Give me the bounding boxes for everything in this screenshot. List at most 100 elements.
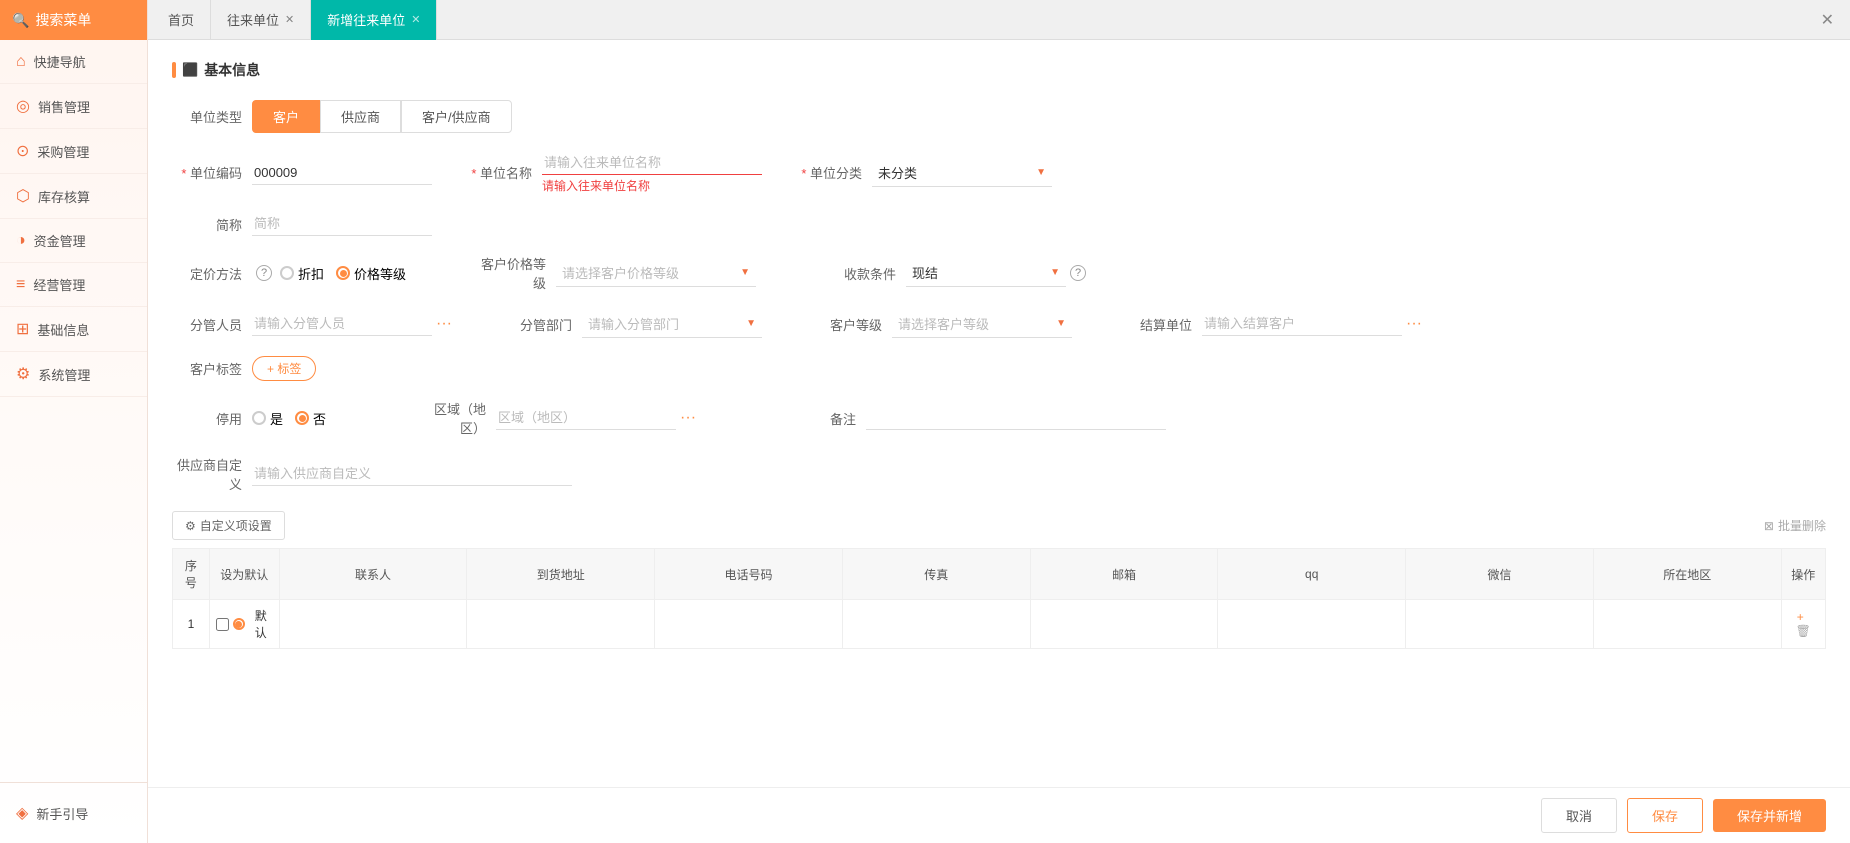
cell-qq[interactable] xyxy=(1218,600,1406,649)
supplier-custom-input[interactable] xyxy=(252,462,572,486)
radio-disable-yes[interactable]: 是 xyxy=(252,409,283,428)
pricing-group: 定价方法 ? 折扣 价格等级 xyxy=(172,264,406,283)
settlement-more-icon[interactable]: ··· xyxy=(1406,315,1422,333)
sidebar-bottom: ◈ 新手引导 xyxy=(0,782,147,843)
cell-region[interactable] xyxy=(1593,600,1781,649)
type-btn-supplier[interactable]: 供应商 xyxy=(320,100,401,133)
price-level-dropdown[interactable]: 请选择客户价格等级 ▼ xyxy=(556,259,756,287)
cell-phone[interactable] xyxy=(655,600,843,649)
disable-row: 停用 是 否 区域（地区） ··· 备注 xyxy=(172,399,1826,437)
settlement-group: 结算单位 ··· xyxy=(1122,312,1422,336)
cancel-button[interactable]: 取消 xyxy=(1541,798,1617,833)
cell-email[interactable] xyxy=(1030,600,1218,649)
dept-dropdown[interactable]: 请输入分管部门 ▼ xyxy=(582,310,762,338)
dept-group: 分管部门 请输入分管部门 ▼ xyxy=(502,310,762,338)
tab-bar-close-button[interactable]: ✕ xyxy=(1809,10,1846,30)
table-row: 1 默认 xyxy=(173,600,1826,649)
tab-home[interactable]: 首页 xyxy=(152,0,211,40)
system-icon: ⚙ xyxy=(16,364,30,384)
cell-address[interactable] xyxy=(467,600,655,649)
fax-input[interactable] xyxy=(849,617,1024,632)
address-input[interactable] xyxy=(473,617,648,632)
default-radio[interactable] xyxy=(233,618,245,630)
payment-terms-dropdown[interactable]: 现结 ▼ xyxy=(906,259,1066,287)
custom-settings-button[interactable]: ⚙ 自定义项设置 xyxy=(172,511,285,540)
remark-group: 备注 xyxy=(786,406,1166,430)
default-checkbox[interactable] xyxy=(216,618,229,631)
pricing-radio-group: 折扣 价格等级 xyxy=(280,264,406,283)
guide-icon: ◈ xyxy=(16,803,28,823)
type-btn-customer[interactable]: 客户 xyxy=(252,100,320,133)
cell-contact[interactable] xyxy=(279,600,467,649)
customer-tag-row: 客户标签 + 标签 xyxy=(172,356,1826,381)
price-level-label: 客户价格等级 xyxy=(476,254,556,292)
tab-new-partner[interactable]: 新增往来单位 ✕ xyxy=(311,0,437,40)
save-button[interactable]: 保存 xyxy=(1627,798,1703,833)
settlement-input[interactable] xyxy=(1202,312,1402,336)
manager-more-icon[interactable]: ··· xyxy=(436,315,452,333)
customer-tag-group: 客户标签 + 标签 xyxy=(172,356,316,381)
dept-label: 分管部门 xyxy=(502,315,582,334)
abbr-input[interactable] xyxy=(252,212,432,236)
sidebar-item-system[interactable]: ⚙ 系统管理 xyxy=(0,352,147,397)
customer-level-dropdown[interactable]: 请选择客户等级 ▼ xyxy=(892,310,1072,338)
payment-terms-value: 现结 xyxy=(912,263,1050,282)
save-new-button[interactable]: 保存并新增 xyxy=(1713,799,1826,832)
sidebar-item-inventory[interactable]: ⬡ 库存核算 xyxy=(0,174,147,219)
unit-category-arrow-icon: ▼ xyxy=(1036,167,1046,178)
manager-row: 分管人员 ··· 分管部门 请输入分管部门 ▼ 客户等级 请选择客户等级 ▼ 结… xyxy=(172,310,1826,338)
cell-wechat[interactable] xyxy=(1406,600,1594,649)
batch-delete-button[interactable]: ⊠ 批量删除 xyxy=(1764,517,1826,534)
abbr-group: 简称 xyxy=(172,212,432,236)
type-btn-both[interactable]: 客户/供应商 xyxy=(401,100,512,133)
disable-label: 停用 xyxy=(172,409,252,428)
unit-category-group: 单位分类 未分类 ▼ xyxy=(792,159,1052,187)
qq-input[interactable] xyxy=(1224,617,1399,632)
col-wechat: 微信 xyxy=(1406,549,1594,600)
sidebar-item-quick-nav[interactable]: ⌂ 快捷导航 xyxy=(0,40,147,84)
main-area: 首页 往来单位 ✕ 新增往来单位 ✕ ✕ ⬛ 基本信息 单位类型 客户 供应商 … xyxy=(148,0,1850,843)
row-add-icon[interactable]: + xyxy=(1797,610,1804,624)
unit-code-input[interactable] xyxy=(252,161,432,185)
home-icon: ⌂ xyxy=(16,53,26,71)
region-input[interactable] xyxy=(496,406,676,430)
payment-terms-help-icon[interactable]: ? xyxy=(1070,265,1086,281)
unit-category-dropdown[interactable]: 未分类 ▼ xyxy=(872,159,1052,187)
col-seq: 序号 xyxy=(173,549,210,600)
col-address: 到货地址 xyxy=(467,549,655,600)
sidebar-item-operations[interactable]: ≡ 经营管理 xyxy=(0,263,147,307)
radio-discount[interactable]: 折扣 xyxy=(280,264,324,283)
sidebar-item-guide[interactable]: ◈ 新手引导 xyxy=(0,791,147,835)
form-footer: 取消 保存 保存并新增 xyxy=(148,787,1850,843)
close-partners-icon[interactable]: ✕ xyxy=(285,13,294,26)
phone-input[interactable] xyxy=(661,617,836,632)
close-new-partner-icon[interactable]: ✕ xyxy=(411,13,420,26)
manager-input[interactable] xyxy=(252,312,432,336)
cell-fax[interactable] xyxy=(842,600,1030,649)
add-tag-button[interactable]: + 标签 xyxy=(252,356,316,381)
sidebar-item-sales[interactable]: ◎ 销售管理 xyxy=(0,84,147,129)
region-more-icon[interactable]: ··· xyxy=(680,409,696,427)
section-bar xyxy=(172,62,176,78)
unit-code-row: 单位编码 单位名称 请输入往来单位名称 单位分类 未分类 ▼ xyxy=(172,151,1826,194)
contact-input[interactable] xyxy=(286,617,461,632)
wechat-input[interactable] xyxy=(1412,617,1587,632)
region-table-input[interactable] xyxy=(1600,617,1775,632)
remark-label: 备注 xyxy=(786,409,866,428)
sidebar-item-purchase[interactable]: ⊙ 采购管理 xyxy=(0,129,147,174)
sidebar-item-basic-info[interactable]: ⊞ 基础信息 xyxy=(0,307,147,352)
cell-default[interactable]: 默认 xyxy=(209,600,279,649)
search-menu[interactable]: 🔍 搜索菜单 xyxy=(0,0,147,40)
tab-partners[interactable]: 往来单位 ✕ xyxy=(211,0,311,40)
supplier-custom-label: 供应商自定义 xyxy=(172,455,252,493)
remark-input[interactable] xyxy=(866,406,1166,430)
operations-icon: ≡ xyxy=(16,276,25,294)
radio-price-level[interactable]: 价格等级 xyxy=(336,264,406,283)
pricing-help-icon[interactable]: ? xyxy=(256,265,272,281)
cell-action[interactable]: + 🗑 xyxy=(1781,600,1825,649)
radio-disable-no[interactable]: 否 xyxy=(295,409,326,428)
row-delete-icon[interactable]: 🗑 xyxy=(1796,624,1811,638)
unit-name-input[interactable] xyxy=(542,151,762,175)
sidebar-item-finance[interactable]: ◑ 资金管理 xyxy=(0,219,147,263)
email-input[interactable] xyxy=(1037,617,1212,632)
